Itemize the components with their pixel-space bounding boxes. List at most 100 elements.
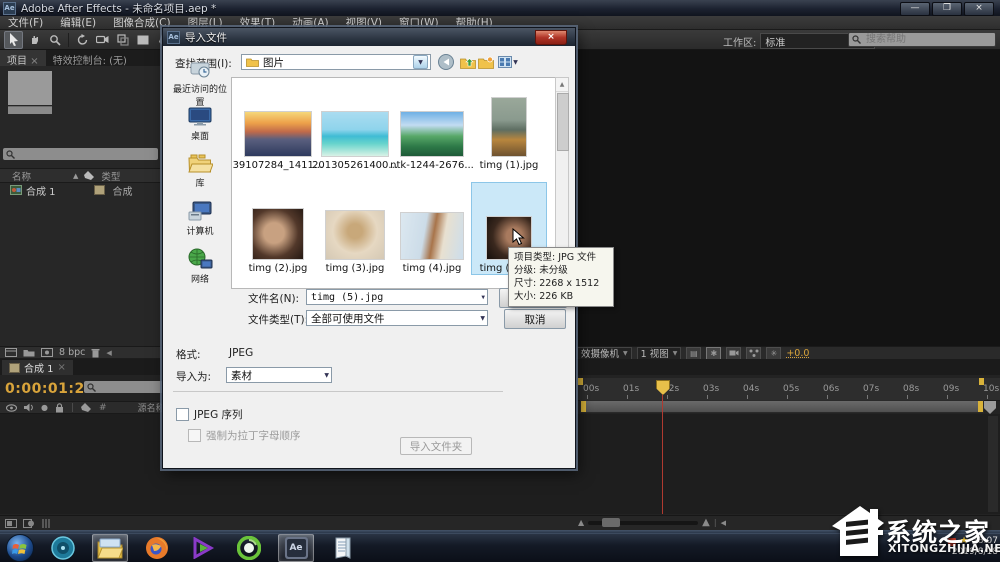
tab-effect-controls[interactable]: 特效控制台: (无) <box>46 50 134 66</box>
back-button[interactable] <box>437 54 455 70</box>
eye-icon[interactable] <box>6 404 17 412</box>
source-name-column[interactable]: 源名称 <box>138 401 165 414</box>
zoom-track[interactable] <box>588 521 698 525</box>
mask-visibility-icon[interactable]: ✱ <box>706 347 721 360</box>
playhead-line <box>662 383 663 514</box>
taskbar-after-effects[interactable]: Ae <box>278 534 314 562</box>
scrollbar-thumb[interactable] <box>557 93 569 151</box>
jpeg-sequence-checkbox[interactable] <box>176 408 189 421</box>
mask-tool-icon[interactable] <box>134 32 151 48</box>
label-tag-icon[interactable] <box>81 403 92 412</box>
help-search-input[interactable] <box>864 33 988 46</box>
comp-marker-bin-icon[interactable] <box>984 401 996 414</box>
place-desktop[interactable]: 桌面 <box>171 106 229 142</box>
place-libraries[interactable]: 库 <box>171 153 229 189</box>
time-ruler[interactable]: 00s 01s 02s 03s 04s 05s 06s 07s 08s 09s … <box>575 378 1000 401</box>
camera-tool-icon[interactable] <box>94 32 111 48</box>
zoom-tool-icon[interactable] <box>46 32 63 48</box>
trash-icon[interactable] <box>91 348 100 358</box>
in-out-stretch-icon[interactable] <box>41 519 51 528</box>
file-item[interactable]: timg (1).jpg <box>472 69 546 171</box>
work-area-left-handle[interactable] <box>581 401 586 412</box>
new-panel-icon[interactable] <box>5 348 17 357</box>
dialog-titlebar[interactable]: Ae 导入文件 <box>163 28 575 46</box>
file-item[interactable]: timg (3).jpg <box>318 190 392 274</box>
taskbar-browser[interactable] <box>232 535 266 561</box>
project-columns-header[interactable]: 名称 ▲ 类型 <box>0 168 163 183</box>
taskbar-firefox[interactable] <box>140 535 174 561</box>
zoom-in-mountain-icon[interactable]: ▲ <box>702 517 710 528</box>
selection-tool-icon[interactable] <box>4 31 23 49</box>
camera-view-dropdown[interactable]: 效摄像机▼ <box>577 347 632 360</box>
system-tray[interactable]: ★ 18:07 2019/8/18 <box>948 536 998 558</box>
rotation-tool-icon[interactable] <box>74 32 91 48</box>
grid-options-icon[interactable]: ▤ <box>686 347 701 360</box>
lock-icon[interactable] <box>55 403 64 413</box>
taskbar-media-player[interactable] <box>46 535 80 561</box>
zoom-thumb[interactable] <box>602 518 620 527</box>
bpc-label[interactable]: 8 bpc <box>59 347 85 358</box>
collapse-arrow-icon[interactable]: ◀ <box>106 349 111 357</box>
tray-star-icon[interactable]: ★ <box>960 536 968 547</box>
place-network[interactable]: 网络 <box>171 248 229 285</box>
marker-arrow-icon[interactable]: ◀ <box>721 519 726 527</box>
timeline-vertical-scrollbar[interactable] <box>988 416 998 512</box>
chevron-down-icon: ▼ <box>673 350 678 357</box>
hand-tool-icon[interactable] <box>26 32 43 48</box>
work-area-right-handle[interactable] <box>978 401 983 412</box>
cancel-button[interactable]: 取消 <box>504 309 566 329</box>
file-name-combo[interactable]: timg (5).jpg ▼ <box>306 289 488 305</box>
import-folder-button[interactable]: 导入文件夹 <box>400 437 472 455</box>
jpeg-sequence-option[interactable]: JPEG 序列 <box>176 407 243 422</box>
tray-clock-date[interactable]: 2019/8/18 <box>948 547 998 558</box>
menu-file[interactable]: 文件(F) <box>8 15 43 30</box>
taskbar-notepad[interactable] <box>326 535 360 561</box>
views-menu-button[interactable]: ▼ <box>495 54 521 70</box>
minimize-button[interactable]: — <box>900 2 930 16</box>
file-item[interactable]: timg (4).jpg <box>395 190 469 274</box>
scroll-up-icon[interactable]: ▲ <box>556 78 568 92</box>
tray-clock-time[interactable]: 18:07 <box>972 536 998 547</box>
pan-behind-tool-icon[interactable] <box>114 32 131 48</box>
place-computer[interactable]: 计算机 <box>171 200 229 237</box>
view-layout-dropdown[interactable]: 1 视图▼ <box>637 347 682 360</box>
tray-red-icon[interactable] <box>948 538 956 546</box>
taskbar-file-explorer[interactable] <box>92 534 128 562</box>
project-item-row[interactable]: 合成 1 合成 <box>0 183 163 197</box>
flowchart-icon[interactable] <box>746 347 761 360</box>
file-item[interactable]: ntk-1244-2676... <box>395 83 469 171</box>
work-area-bar[interactable] <box>580 400 984 413</box>
dialog-close-button[interactable]: × <box>535 30 567 45</box>
new-composition-icon[interactable] <box>41 348 53 357</box>
file-item[interactable]: 39107284_1411... <box>241 83 315 171</box>
exposure-value[interactable]: +0.0 <box>786 348 809 359</box>
new-folder-button[interactable] <box>477 54 495 70</box>
file-item[interactable]: 201305261400... <box>318 83 392 171</box>
number-column-icon[interactable]: # <box>99 403 107 413</box>
current-timecode[interactable]: 0:00:01:22 <box>5 381 95 397</box>
file-type-combo[interactable]: 全部可使用文件 ▼ <box>306 310 488 326</box>
new-folder-icon[interactable] <box>23 348 35 357</box>
exposure-icon[interactable]: ✳ <box>766 347 781 360</box>
timeline-search-field[interactable] <box>84 381 163 393</box>
transfer-controls-icon[interactable] <box>23 519 35 528</box>
tab-project[interactable]: 项目 × <box>0 50 46 66</box>
chevron-down-icon[interactable]: ▼ <box>413 55 428 69</box>
maximize-button[interactable]: ❐ <box>932 2 962 16</box>
expand-layers-icon[interactable] <box>5 519 17 528</box>
place-recent[interactable]: 最近访问的位置 <box>171 58 229 108</box>
project-search-field[interactable] <box>3 148 158 160</box>
up-one-level-button[interactable] <box>459 54 477 70</box>
camera-icon[interactable] <box>726 347 741 360</box>
timeline-tab-comp1[interactable]: 合成 1× <box>2 360 73 375</box>
taskbar-video-player[interactable] <box>186 535 220 561</box>
speaker-icon[interactable] <box>24 403 34 412</box>
zoom-out-mountain-icon[interactable]: ▲ <box>578 518 584 527</box>
solo-icon[interactable]: ● <box>41 403 48 412</box>
menu-edit[interactable]: 编辑(E) <box>60 15 96 30</box>
look-in-dropdown[interactable]: 图片 ▼ <box>241 54 431 70</box>
import-as-dropdown[interactable]: 素材 ▼ <box>226 367 332 383</box>
close-button[interactable]: × <box>964 2 994 16</box>
start-button[interactable] <box>6 534 34 562</box>
file-item[interactable]: timg (2).jpg <box>241 190 315 274</box>
